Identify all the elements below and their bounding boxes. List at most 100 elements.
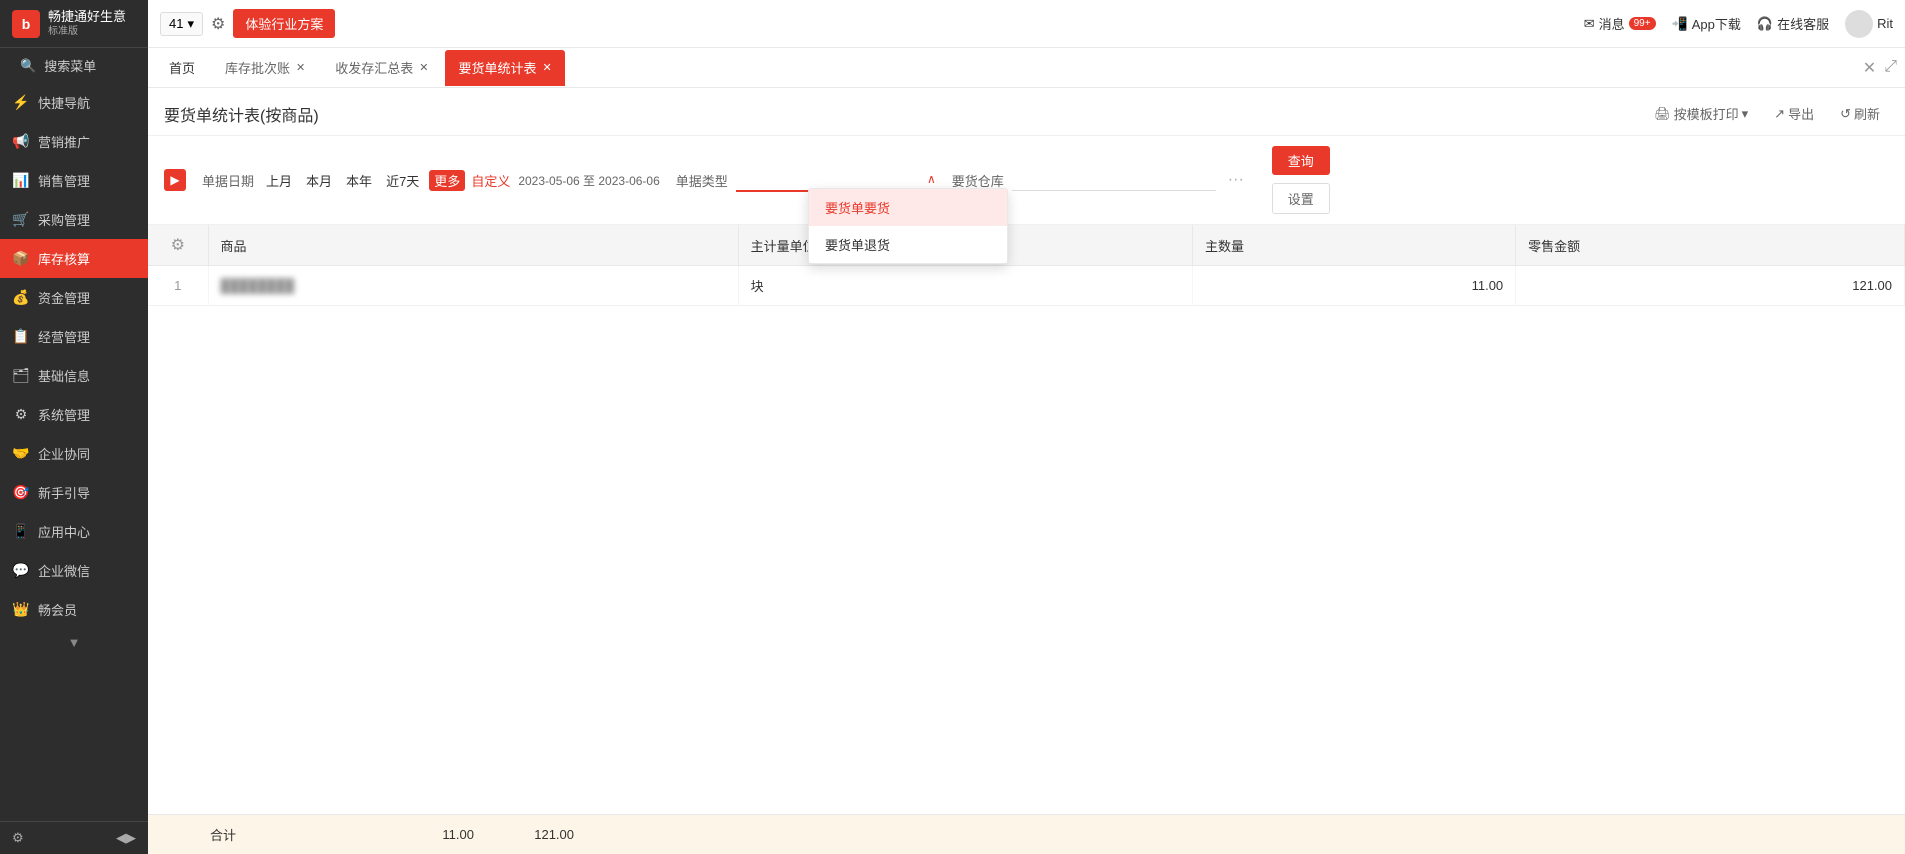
filter-row: ▶ 单据日期 上月 本月 本年 近7天 更多 自定义 2023-05-06 至 … [148, 136, 1905, 225]
header-left: 41 ▾ ⚙ 体验行业方案 [160, 9, 335, 38]
footer-amount: 121.00 [490, 827, 590, 842]
tab-bar: 首页 库存批次账 ✕ 收发存汇总表 ✕ 要货单统计表 ✕ ✕ ⤢ [148, 48, 1905, 88]
warehouse-input[interactable] [1012, 169, 1216, 191]
sidebar-item-enterprise[interactable]: 🤝 企业协同 [0, 434, 148, 473]
date-filter-group: 单据日期 上月 本月 本年 近7天 更多 自定义 2023-05-06 至 20… [202, 169, 660, 192]
sidebar-item-basic[interactable]: 🗂 基础信息 [0, 356, 148, 395]
refresh-btn[interactable]: ↺ 刷新 [1831, 100, 1889, 127]
sidebar-item-guide[interactable]: 🎯 新手引导 [0, 473, 148, 512]
sidebar-logo: b 畅捷通好生意 标准版 [0, 0, 148, 48]
sidebar-collapse-btn[interactable]: ◀▶ [116, 830, 136, 846]
operations-icon: 📋 [12, 328, 30, 346]
search-icon: 🔍 [20, 58, 36, 74]
message-icon: ✉ [1584, 16, 1595, 32]
cell-amount: 121.00 [1516, 266, 1905, 306]
sidebar-item-finance[interactable]: 💰 资金管理 [0, 278, 148, 317]
sidebar-item-operations[interactable]: 📋 经营管理 [0, 317, 148, 356]
tab-bar-right: ✕ ⤢ [1863, 58, 1897, 78]
app-download-btn[interactable]: 📲 App下载 [1672, 14, 1741, 33]
finance-icon: 💰 [12, 289, 30, 307]
marketing-icon: 📢 [12, 133, 30, 151]
main-content: 41 ▾ ⚙ 体验行业方案 ✉ 消息 99+ 📲 App下载 🎧 在线客服 R [148, 0, 1905, 854]
top-header: 41 ▾ ⚙ 体验行业方案 ✉ 消息 99+ 📲 App下载 🎧 在线客服 R [148, 0, 1905, 48]
footer-label: 合计 [160, 825, 390, 844]
table-header-row: ⚙ 商品 主计量单位 主数量 零售金额 [148, 225, 1905, 266]
user-avatar-btn[interactable]: Rit [1845, 10, 1893, 38]
date-label: 单据日期 [202, 171, 254, 190]
tab-close-order[interactable]: ✕ [543, 61, 552, 74]
header-settings-icon[interactable]: ⚙ [211, 14, 225, 34]
type-select-input[interactable] [736, 169, 927, 190]
refresh-icon: ↺ [1840, 106, 1851, 122]
sidebar: b 畅捷通好生意 标准版 🔍 搜索菜单 ⚡ 快捷导航 📢 营销推广 📊 销售管理… [0, 0, 148, 854]
print-btn[interactable]: 🖨 按模板打印 ▾ [1645, 100, 1757, 127]
export-btn[interactable]: ↗ 导出 [1765, 100, 1823, 127]
shortcut-7days[interactable]: 近7天 [382, 169, 423, 192]
tab-close-receive[interactable]: ✕ [419, 61, 428, 74]
sidebar-settings-btn[interactable]: ⚙ [12, 830, 24, 846]
sidebar-item-apps[interactable]: 📱 应用中心 [0, 512, 148, 551]
trial-button[interactable]: 体验行业方案 [233, 9, 335, 38]
tab-receive-summary[interactable]: 收发存汇总表 ✕ [322, 50, 441, 86]
sidebar-item-quick-nav[interactable]: ⚡ 快捷导航 [0, 83, 148, 122]
logo-icon: b [12, 10, 40, 38]
enterprise-icon: 🤝 [12, 445, 30, 463]
print-icon: 🖨 [1654, 106, 1671, 122]
table-footer: 合计 11.00 121.00 [148, 814, 1905, 854]
date-shortcuts: 上月 本月 本年 近7天 更多 自定义 [262, 169, 510, 192]
filter-more-icon[interactable]: ··· [1228, 171, 1244, 189]
cell-index: 1 [148, 266, 208, 306]
shortcut-this-year[interactable]: 本年 [342, 169, 376, 192]
type-dropdown-popup: 要货单要货 要货单退货 [808, 188, 1008, 264]
wechat-icon: 💬 [12, 562, 30, 580]
tab-close-batch[interactable]: ✕ [296, 61, 305, 74]
date-range-display[interactable]: 2023-05-06 至 2023-06-06 [518, 172, 659, 189]
shortcut-more-badge[interactable]: 更多 [429, 170, 465, 191]
dropdown-option-order-goods[interactable]: 要货单要货 [809, 189, 1007, 226]
sidebar-item-wechat[interactable]: 💬 企业微信 [0, 551, 148, 590]
sidebar-item-inventory[interactable]: 📦 库存核算 [0, 239, 148, 278]
sidebar-search[interactable]: 🔍 搜索菜单 [0, 48, 148, 83]
filter-buttons: 查询 设置 [1272, 146, 1330, 214]
settings-button[interactable]: 设置 [1272, 183, 1330, 214]
sales-icon: 📊 [12, 172, 30, 190]
tab-close-all-icon[interactable]: ✕ [1863, 58, 1876, 78]
guide-icon: 🎯 [12, 484, 30, 502]
messages-btn[interactable]: ✉ 消息 99+ [1584, 14, 1656, 33]
type-select-arrow-icon[interactable]: ∧ [927, 172, 936, 186]
filter-expand-btn[interactable]: ▶ [164, 169, 186, 191]
tab-expand-icon[interactable]: ⤢ [1884, 58, 1897, 78]
page-content: 要货单统计表(按商品) 🖨 按模板打印 ▾ ↗ 导出 ↺ 刷新 ▶ [148, 88, 1905, 854]
dropdown-option-order-return[interactable]: 要货单退货 [809, 226, 1007, 263]
online-service-btn[interactable]: 🎧 在线客服 [1757, 14, 1829, 33]
sidebar-bottom: ⚙ ◀▶ [0, 821, 148, 854]
shortcut-this-month[interactable]: 本月 [302, 169, 336, 192]
sidebar-scroll-down[interactable]: ▼ [0, 629, 148, 656]
print-arrow-icon: ▾ [1742, 106, 1749, 122]
table-row: 1 ████████ 块 11.00 121.00 [148, 266, 1905, 306]
company-dropdown[interactable]: 41 ▾ [160, 12, 203, 36]
sidebar-item-purchase[interactable]: 🛒 采购管理 [0, 200, 148, 239]
dropdown-arrow-icon: ▾ [187, 16, 194, 32]
sidebar-item-member[interactable]: 👑 畅会员 [0, 590, 148, 629]
col-settings-header[interactable]: ⚙ [148, 225, 208, 266]
sidebar-item-marketing[interactable]: 📢 营销推广 [0, 122, 148, 161]
cell-goods: ████████ [208, 266, 738, 306]
tab-batch-account[interactable]: 库存批次账 ✕ [212, 50, 318, 86]
shortcut-last-month[interactable]: 上月 [262, 169, 296, 192]
basic-icon: 🗂 [12, 367, 30, 385]
col-goods-header: 商品 [208, 225, 738, 266]
tab-order-stats[interactable]: 要货单统计表 ✕ [445, 50, 564, 86]
tab-home[interactable]: 首页 [156, 50, 208, 86]
page-title: 要货单统计表(按商品) [164, 102, 319, 126]
shortcut-custom[interactable]: 自定义 [471, 171, 510, 190]
avatar [1845, 10, 1873, 38]
sidebar-item-system[interactable]: ⚙ 系统管理 [0, 395, 148, 434]
warehouse-label: 要货仓库 [952, 171, 1004, 190]
col-settings-icon[interactable]: ⚙ [171, 235, 185, 255]
col-qty-header: 主数量 [1193, 225, 1516, 266]
apps-icon: 📱 [12, 523, 30, 541]
sidebar-item-sales[interactable]: 📊 销售管理 [0, 161, 148, 200]
export-icon: ↗ [1774, 106, 1785, 122]
query-button[interactable]: 查询 [1272, 146, 1330, 175]
